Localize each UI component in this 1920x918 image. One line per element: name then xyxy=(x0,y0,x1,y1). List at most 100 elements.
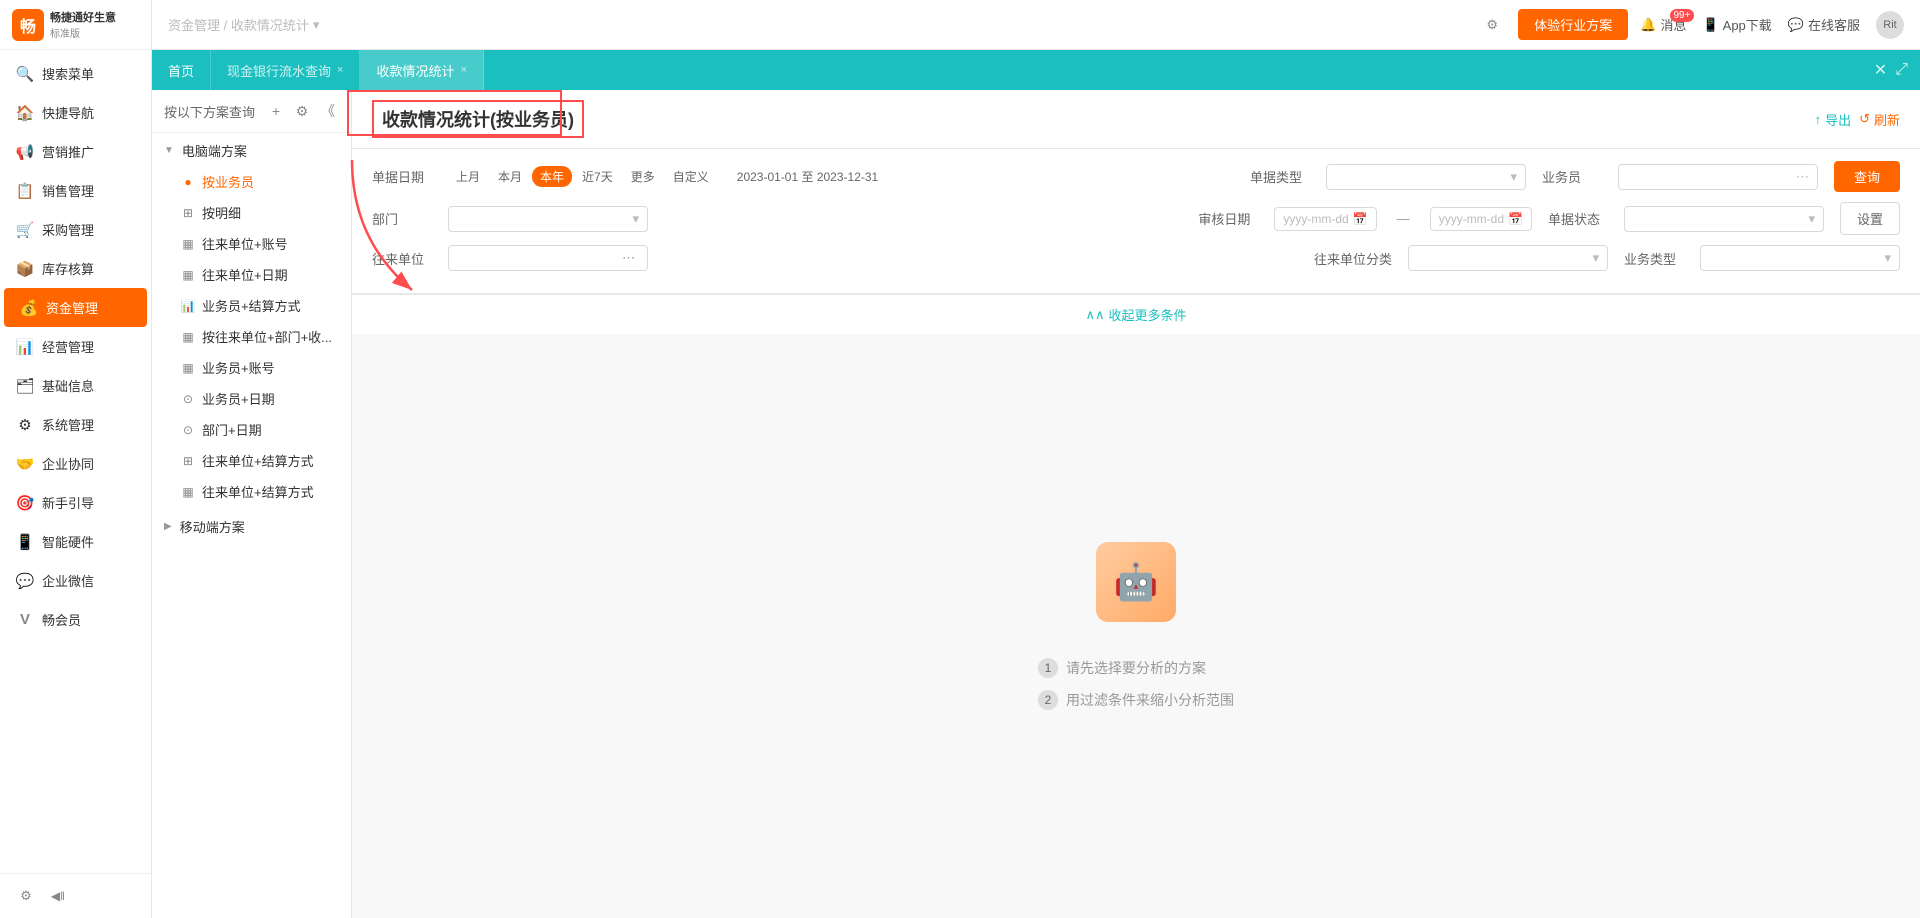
tree-item-salesman-date-label: 业务员+日期 xyxy=(202,389,275,408)
sidebar-item-quicknav[interactable]: 🏠 快捷导航 xyxy=(0,93,151,132)
quicknav-icon: 🏠 xyxy=(16,104,34,122)
tree-item-by-salesman[interactable]: ● 按业务员 xyxy=(168,166,351,197)
tab-receipt[interactable]: 收款情况统计 × xyxy=(360,50,483,90)
scheme-type-chevron: ▾ xyxy=(1510,169,1517,185)
date-tab-last-month[interactable]: 上月 xyxy=(448,166,488,187)
audit-date-to[interactable]: yyyy-mm-dd 📅 xyxy=(1430,207,1532,231)
tab-bank[interactable]: 现金银行流水查询 × xyxy=(211,50,360,90)
query-button[interactable]: 查询 xyxy=(1834,161,1900,192)
filter-settings-button[interactable]: 设置 xyxy=(1840,202,1900,235)
sidebar-item-inventory[interactable]: 📦 库存核算 xyxy=(0,249,151,288)
status-select[interactable]: ▾ xyxy=(1624,206,1824,232)
service-icon: 💬 xyxy=(1788,17,1804,33)
sidebar-item-marketing[interactable]: 📢 营销推广 xyxy=(0,132,151,171)
sidebar-item-sales[interactable]: 📋 销售管理 xyxy=(0,171,151,210)
date-tab-this-month[interactable]: 本月 xyxy=(490,166,530,187)
tree-item-unit-settlement1[interactable]: ⊞ 往来单位+结算方式 xyxy=(168,445,351,476)
member-icon: V xyxy=(16,611,34,629)
tree-item-dept-date[interactable]: ⊙ 部门+日期 xyxy=(168,414,351,445)
tree-item-dept-date-label: 部门+日期 xyxy=(202,420,262,439)
export-button[interactable]: ↑ 导出 xyxy=(1815,110,1852,129)
left-panel: 按以下方案查询 + ⚙ 《 ▼ 电脑端方案 ● 按业务员 xyxy=(152,90,352,918)
topbar-user[interactable]: Rit xyxy=(1876,11,1904,39)
sidebar-item-guide[interactable]: 🎯 新手引导 xyxy=(0,483,151,522)
unit-dots-icon[interactable]: ⋯ xyxy=(622,250,635,266)
collapse-button[interactable]: ∧∧ 收起更多条件 xyxy=(1079,299,1192,330)
left-panel-actions: + ⚙ 《 xyxy=(265,100,339,122)
sidebar-item-system[interactable]: ⚙ 系统管理 xyxy=(0,405,151,444)
tree-item-unit-date[interactable]: ▦ 往来单位+日期 xyxy=(168,259,351,290)
panel-collapse-btn[interactable]: 《 xyxy=(317,100,339,122)
tree-desktop-header[interactable]: ▼ 电脑端方案 xyxy=(152,135,351,166)
hardware-icon: 📱 xyxy=(16,533,34,551)
operations-icon: 📊 xyxy=(16,338,34,356)
sidebar-item-operations[interactable]: 📊 经营管理 xyxy=(0,327,151,366)
date-tab-7days[interactable]: 近7天 xyxy=(574,166,621,187)
date-tab-custom[interactable]: 自定义 xyxy=(665,166,717,187)
sidebar-item-finance[interactable]: 💰 资金管理 xyxy=(4,288,147,327)
sidebar-logo: 畅 畅捷通好生意 标准版 xyxy=(0,0,151,50)
tree-mobile-header[interactable]: ▶ 移动端方案 xyxy=(152,511,351,542)
message-icon: 🔔 xyxy=(1640,17,1656,33)
sidebar-item-member[interactable]: V 畅会员 xyxy=(0,600,151,639)
tree-item-by-detail[interactable]: ⊞ 按明细 xyxy=(168,197,351,228)
date-tab-more[interactable]: 更多 xyxy=(623,166,663,187)
sidebar-settings-btn[interactable]: ⚙ xyxy=(12,882,40,910)
refresh-button[interactable]: ↺ 刷新 xyxy=(1859,110,1900,129)
sidebar-label-purchase: 采购管理 xyxy=(42,220,94,239)
sidebar-item-basic[interactable]: 🗂 基础信息 xyxy=(0,366,151,405)
by-detail-icon: ⊞ xyxy=(180,205,196,221)
audit-date-from[interactable]: yyyy-mm-dd 📅 xyxy=(1274,207,1376,231)
date-label: 单据日期 xyxy=(372,167,432,186)
tree-item-salesman-account[interactable]: ▦ 业务员+账号 xyxy=(168,352,351,383)
dept-select[interactable]: ▾ xyxy=(448,206,648,232)
panel-settings-btn[interactable]: ⚙ xyxy=(291,100,313,122)
status-chevron: ▾ xyxy=(1808,211,1815,227)
sidebar-item-search[interactable]: 🔍 搜索菜单 xyxy=(0,54,151,93)
tree-item-unit-account[interactable]: ▦ 往来单位+账号 xyxy=(168,228,351,259)
sidebar-item-wechat[interactable]: 💬 企业微信 xyxy=(0,561,151,600)
unit-class-select[interactable]: ▾ xyxy=(1408,245,1608,271)
salesman-select[interactable]: ⋯ xyxy=(1618,164,1818,190)
collapse-label: 收起更多条件 xyxy=(1109,305,1187,324)
salesman-account-icon: ▦ xyxy=(180,360,196,376)
tree-mobile-expand-icon: ▶ xyxy=(164,521,172,532)
topbar: 资金管理 / 收款情况统计 ▾ ⚙ 体验行业方案 🔔 消息 99+ 📱 App下… xyxy=(152,0,1920,50)
topbar-breadcrumb: 资金管理 / 收款情况统计 ▾ xyxy=(168,15,1466,34)
tree-item-salesman-settlement[interactable]: 📊 业务员+结算方式 xyxy=(168,290,351,321)
sidebar-label-inventory: 库存核算 xyxy=(42,259,94,278)
biz-type-select[interactable]: ▾ xyxy=(1700,245,1900,271)
sidebar-label-operations: 经营管理 xyxy=(42,337,94,356)
unit-select[interactable]: ⋯ xyxy=(448,245,648,271)
tab-receipt-close[interactable]: × xyxy=(460,64,466,76)
sidebar-item-hardware[interactable]: 📱 智能硬件 xyxy=(0,522,151,561)
sidebar-item-cooperation[interactable]: 🤝 企业协同 xyxy=(0,444,151,483)
audit-date-to-value: yyyy-mm-dd xyxy=(1439,212,1504,226)
date-tab-this-year[interactable]: 本年 xyxy=(532,166,572,187)
sidebar-item-purchase[interactable]: 🛒 采购管理 xyxy=(0,210,151,249)
tab-maximize-btn[interactable]: ⤢ xyxy=(1895,61,1908,79)
topbar-message-btn[interactable]: 🔔 消息 99+ xyxy=(1640,15,1686,34)
panel-add-btn[interactable]: + xyxy=(265,100,287,122)
topbar-gear-btn[interactable]: ⚙ xyxy=(1478,11,1506,39)
tree-item-by-detail-label: 按明细 xyxy=(202,203,241,222)
calendar-icon-to: 📅 xyxy=(1508,212,1523,226)
tree-item-unit-dept-receipt[interactable]: ▦ 按往来单位+部门+收... xyxy=(168,321,351,352)
scheme-type-select[interactable]: ▾ xyxy=(1326,164,1526,190)
topbar-dropdown-icon[interactable]: ▾ xyxy=(313,17,320,33)
trial-button[interactable]: 体验行业方案 xyxy=(1518,9,1628,40)
tab-bank-close[interactable]: × xyxy=(337,64,343,76)
dept-date-icon: ⊙ xyxy=(180,422,196,438)
robot-illustration: 🤖 xyxy=(1096,542,1176,622)
guide-icon: 🎯 xyxy=(16,494,34,512)
sidebar-label-quicknav: 快捷导航 xyxy=(42,103,94,122)
tree-item-salesman-date[interactable]: ⊙ 业务员+日期 xyxy=(168,383,351,414)
unit-class-label: 往来单位分类 xyxy=(1314,249,1392,268)
topbar-service-btn[interactable]: 💬 在线客服 xyxy=(1788,15,1860,34)
tree-item-unit-settlement2[interactable]: ▦ 往来单位+结算方式 xyxy=(168,476,351,507)
sidebar-collapse-btn[interactable]: ◀‖ xyxy=(44,882,72,910)
topbar-app-btn[interactable]: 📱 App下载 xyxy=(1702,15,1771,34)
tab-home[interactable]: 首页 xyxy=(152,50,211,90)
tab-close-all-btn[interactable]: ✕ xyxy=(1874,60,1887,80)
unit-settlement2-icon: ▦ xyxy=(180,484,196,500)
